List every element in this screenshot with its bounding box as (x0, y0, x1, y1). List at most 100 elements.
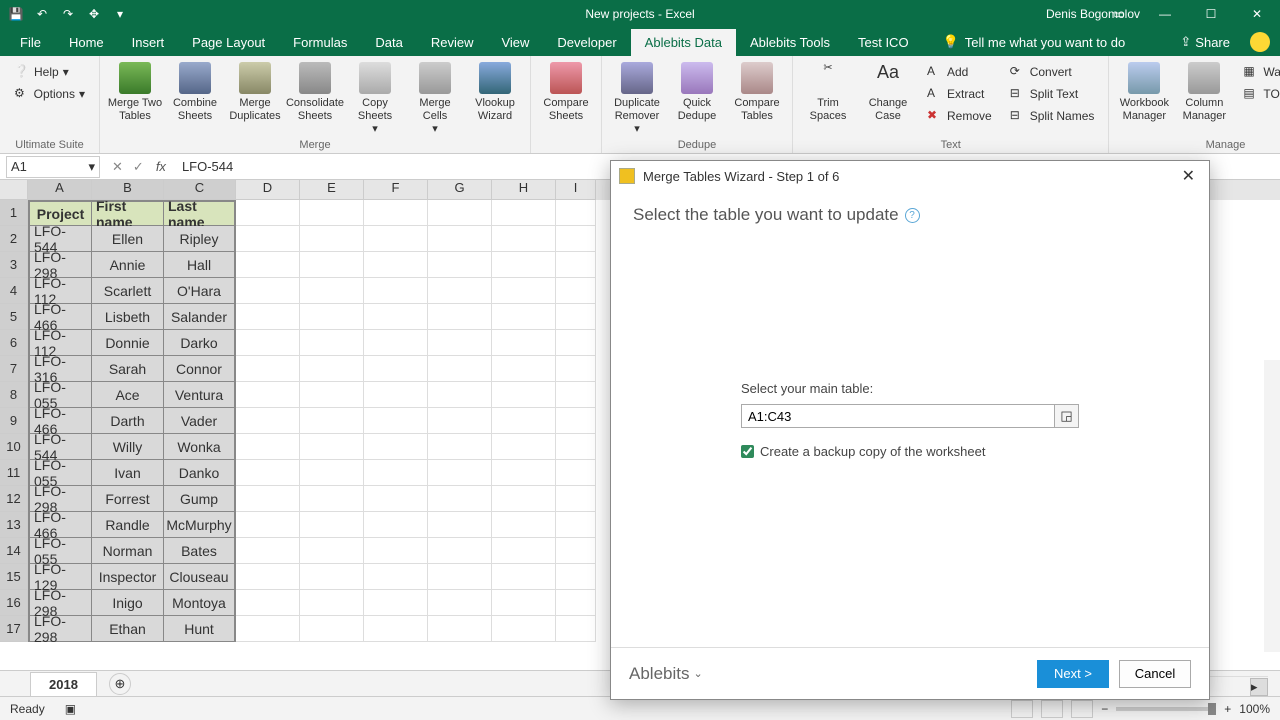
tab-data[interactable]: Data (361, 29, 416, 56)
cell[interactable] (236, 512, 300, 538)
cell[interactable] (364, 330, 428, 356)
cell[interactable] (428, 408, 492, 434)
watermarks-button[interactable]: ▦Watermarks (1239, 62, 1280, 82)
cell[interactable] (364, 252, 428, 278)
cell[interactable] (236, 434, 300, 460)
backup-checkbox[interactable] (741, 445, 754, 458)
cell[interactable] (428, 356, 492, 382)
cell[interactable] (556, 304, 596, 330)
tab-insert[interactable]: Insert (118, 29, 179, 56)
cell[interactable]: Last name (164, 200, 236, 226)
cell[interactable]: Randle (92, 512, 164, 538)
cell[interactable] (364, 356, 428, 382)
cell[interactable] (236, 356, 300, 382)
tab-formulas[interactable]: Formulas (279, 29, 361, 56)
row-header[interactable]: 16 (0, 590, 28, 616)
cell[interactable] (236, 538, 300, 564)
cell[interactable] (364, 200, 428, 226)
row-header[interactable]: 3 (0, 252, 28, 278)
zoom-out-icon[interactable]: − (1101, 702, 1108, 716)
cell[interactable] (300, 252, 364, 278)
cell[interactable]: Forrest (92, 486, 164, 512)
cell[interactable] (300, 356, 364, 382)
cell[interactable] (428, 200, 492, 226)
cell[interactable] (300, 564, 364, 590)
vertical-scrollbar[interactable] (1264, 360, 1280, 652)
cell[interactable]: First name (92, 200, 164, 226)
col-header-h[interactable]: H (492, 180, 556, 200)
ribbon-options-icon[interactable]: ▭ (1096, 0, 1142, 28)
col-header-i[interactable]: I (556, 180, 596, 200)
page-break-view-icon[interactable] (1071, 700, 1093, 718)
column-manager-button[interactable]: Column Manager (1175, 60, 1233, 137)
tab-ablebits-data[interactable]: Ablebits Data (631, 29, 736, 56)
qat-more-icon[interactable]: ▾ (110, 4, 130, 24)
cell[interactable]: Wonka (164, 434, 236, 460)
remove-text-button[interactable]: ✖Remove (923, 106, 996, 126)
range-input[interactable] (741, 404, 1055, 428)
row-header[interactable]: 17 (0, 616, 28, 642)
cell[interactable] (428, 304, 492, 330)
cell[interactable] (364, 512, 428, 538)
cell[interactable] (236, 330, 300, 356)
cell[interactable]: LFO-298 (28, 616, 92, 642)
cell[interactable] (300, 538, 364, 564)
cell[interactable]: Lisbeth (92, 304, 164, 330)
trim-spaces-button[interactable]: ✂Trim Spaces (799, 60, 857, 137)
cell[interactable] (492, 538, 556, 564)
tab-developer[interactable]: Developer (543, 29, 630, 56)
cell[interactable] (364, 278, 428, 304)
cell[interactable] (492, 226, 556, 252)
cell[interactable] (236, 226, 300, 252)
cell[interactable] (300, 278, 364, 304)
cell[interactable] (428, 434, 492, 460)
split-text-button[interactable]: ⊟Split Text (1006, 84, 1099, 104)
page-layout-view-icon[interactable] (1041, 700, 1063, 718)
row-header[interactable]: 4 (0, 278, 28, 304)
next-button[interactable]: Next > (1037, 660, 1109, 688)
cell[interactable] (428, 486, 492, 512)
cell[interactable]: Bates (164, 538, 236, 564)
cell[interactable]: Gump (164, 486, 236, 512)
cell[interactable] (236, 616, 300, 642)
row-header[interactable]: 1 (0, 200, 28, 226)
cell[interactable]: Ivan (92, 460, 164, 486)
cell[interactable]: Norman (92, 538, 164, 564)
cell[interactable] (236, 486, 300, 512)
save-icon[interactable]: 💾 (6, 4, 26, 24)
convert-text-button[interactable]: ⟳Convert (1006, 62, 1099, 82)
macro-record-icon[interactable]: ▣ (65, 702, 76, 716)
dialog-close-button[interactable]: ✕ (1176, 166, 1201, 186)
cell[interactable] (556, 330, 596, 356)
cell[interactable] (364, 226, 428, 252)
tab-home[interactable]: Home (55, 29, 118, 56)
cell[interactable] (236, 304, 300, 330)
zoom-slider[interactable] (1116, 707, 1216, 711)
cell[interactable]: Hall (164, 252, 236, 278)
cell[interactable] (300, 226, 364, 252)
cell[interactable]: Ventura (164, 382, 236, 408)
row-header[interactable]: 2 (0, 226, 28, 252)
name-box[interactable]: A1▾ (6, 156, 100, 178)
tab-test-ico[interactable]: Test ICO (844, 29, 923, 56)
cell[interactable] (556, 226, 596, 252)
cell[interactable] (492, 460, 556, 486)
cell[interactable] (492, 304, 556, 330)
cell[interactable] (428, 252, 492, 278)
cell[interactable] (364, 382, 428, 408)
quick-dedupe-button[interactable]: Quick Dedupe (668, 60, 726, 137)
sheet-tab-2018[interactable]: 2018 (30, 672, 97, 696)
maximize-icon[interactable]: ☐ (1188, 0, 1234, 28)
range-select-button[interactable]: ◲ (1055, 404, 1079, 428)
tab-file[interactable]: File (6, 29, 55, 56)
cell[interactable] (556, 434, 596, 460)
tab-ablebits-tools[interactable]: Ablebits Tools (736, 29, 844, 56)
cell[interactable] (428, 382, 492, 408)
touch-mode-icon[interactable]: ✥ (84, 4, 104, 24)
cell[interactable] (428, 226, 492, 252)
cell[interactable]: Connor (164, 356, 236, 382)
cell[interactable] (300, 382, 364, 408)
cell[interactable] (300, 200, 364, 226)
cell[interactable]: Sarah (92, 356, 164, 382)
cell[interactable] (428, 330, 492, 356)
